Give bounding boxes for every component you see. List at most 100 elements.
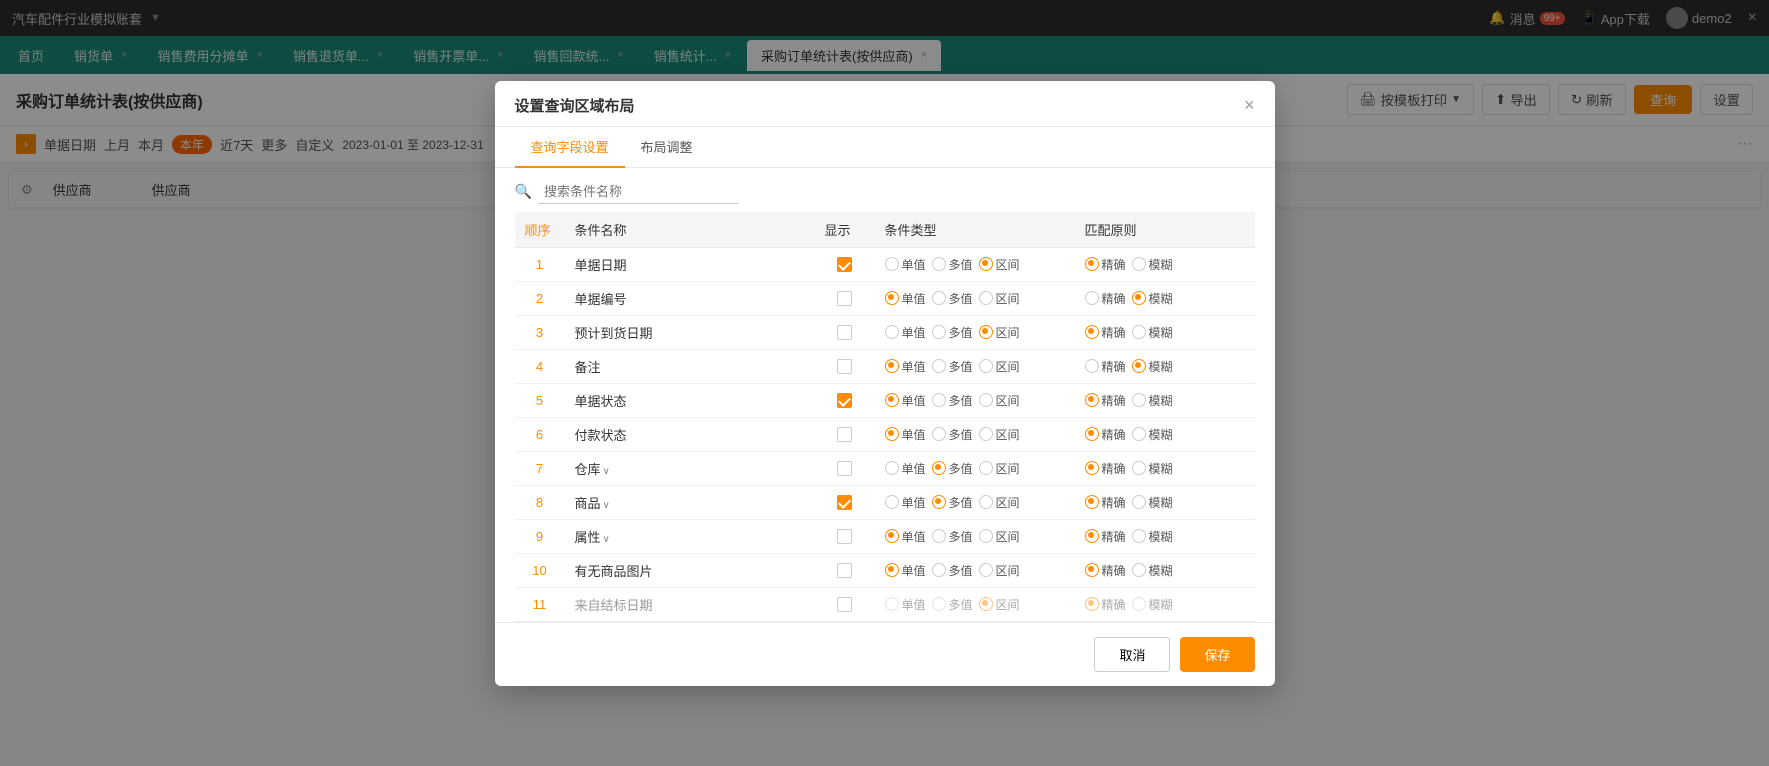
search-input[interactable] <box>538 180 738 204</box>
match-option-模糊[interactable]: 模糊 <box>1132 460 1173 477</box>
match-option-精确[interactable]: 精确 <box>1085 460 1126 477</box>
type-option-区间[interactable]: 区间 <box>979 324 1020 341</box>
radio-label: 模糊 <box>1149 528 1173 545</box>
row-show[interactable] <box>815 247 875 281</box>
match-option-模糊[interactable]: 模糊 <box>1132 528 1173 545</box>
show-checkbox[interactable] <box>837 291 852 306</box>
match-option-精确[interactable]: 精确 <box>1085 562 1126 579</box>
type-option-区间[interactable]: 区间 <box>979 426 1020 443</box>
match-option-模糊[interactable]: 模糊 <box>1132 596 1173 613</box>
radio-label: 模糊 <box>1149 596 1173 613</box>
show-checkbox[interactable] <box>837 495 852 510</box>
match-option-模糊[interactable]: 模糊 <box>1132 256 1173 273</box>
modal-search: 🔍 <box>495 168 1275 212</box>
type-option-区间[interactable]: 区间 <box>979 562 1020 579</box>
type-option-单值[interactable]: 单值 <box>885 562 926 579</box>
type-option-多值[interactable]: 多值 <box>932 392 973 409</box>
table-row: 5单据状态单值多值区间精确模糊 <box>515 383 1255 417</box>
row-show[interactable] <box>815 519 875 553</box>
modal-overlay[interactable]: 设置查询区域布局 × 查询字段设置 布局调整 🔍 顺序 条件名称 <box>0 0 1769 766</box>
type-option-单值[interactable]: 单值 <box>885 392 926 409</box>
match-option-模糊[interactable]: 模糊 <box>1132 562 1173 579</box>
match-option-模糊[interactable]: 模糊 <box>1132 324 1173 341</box>
type-option-区间[interactable]: 区间 <box>979 596 1020 613</box>
match-radio-group: 精确模糊 <box>1085 426 1245 443</box>
show-checkbox[interactable] <box>837 257 852 272</box>
row-show[interactable] <box>815 587 875 621</box>
row-name: 预计到货日期 <box>565 315 815 349</box>
type-option-单值[interactable]: 单值 <box>885 596 926 613</box>
type-option-区间[interactable]: 区间 <box>979 528 1020 545</box>
row-order: 1 <box>515 247 565 281</box>
show-checkbox[interactable] <box>837 359 852 374</box>
type-option-单值[interactable]: 单值 <box>885 426 926 443</box>
match-radio-group: 精确 模糊 <box>1085 596 1245 613</box>
show-checkbox[interactable] <box>837 529 852 544</box>
tab-layout[interactable]: 布局调整 <box>625 127 709 168</box>
match-option-精确[interactable]: 精确 <box>1085 290 1126 307</box>
type-option-单值[interactable]: 单值 <box>885 528 926 545</box>
type-option-区间[interactable]: 区间 <box>979 256 1020 273</box>
show-checkbox[interactable] <box>837 325 852 340</box>
match-option-模糊[interactable]: 模糊 <box>1132 290 1173 307</box>
table-row: 2单据编号单值多值区间精确模糊 <box>515 281 1255 315</box>
match-option-精确[interactable]: 精确 <box>1085 392 1126 409</box>
match-option-精确[interactable]: 精确 <box>1085 494 1126 511</box>
match-option-模糊[interactable]: 模糊 <box>1132 392 1173 409</box>
type-radio-group: 单值多值区间 <box>885 392 1065 409</box>
save-button[interactable]: 保存 <box>1180 637 1254 672</box>
match-option-精确[interactable]: 精确 <box>1085 358 1126 375</box>
show-checkbox[interactable] <box>837 563 852 578</box>
type-option-单值[interactable]: 单值 <box>885 460 926 477</box>
modal-table: 顺序 条件名称 显示 条件类型 匹配原则 1单据日期单值多值区间精确模糊2单据编… <box>515 212 1255 622</box>
type-option-单值[interactable]: 单值 <box>885 324 926 341</box>
match-option-模糊[interactable]: 模糊 <box>1132 358 1173 375</box>
type-option-多值[interactable]: 多值 <box>932 324 973 341</box>
show-checkbox[interactable] <box>837 427 852 442</box>
type-option-区间[interactable]: 区间 <box>979 494 1020 511</box>
row-order: 7 <box>515 451 565 485</box>
tab-query-fields[interactable]: 查询字段设置 <box>515 127 625 168</box>
type-option-多值[interactable]: 多值 <box>932 528 973 545</box>
row-match: 精确模糊 <box>1075 417 1255 451</box>
type-option-单值[interactable]: 单值 <box>885 256 926 273</box>
row-show[interactable] <box>815 315 875 349</box>
type-option-区间[interactable]: 区间 <box>979 290 1020 307</box>
match-option-精确[interactable]: 精确 <box>1085 426 1126 443</box>
match-option-精确[interactable]: 精确 <box>1085 324 1126 341</box>
match-option-精确[interactable]: 精确 <box>1085 256 1126 273</box>
show-checkbox[interactable] <box>837 597 852 612</box>
radio-dot-icon <box>932 393 946 407</box>
type-option-单值[interactable]: 单值 <box>885 358 926 375</box>
row-show[interactable] <box>815 417 875 451</box>
type-option-区间[interactable]: 区间 <box>979 392 1020 409</box>
type-option-单值[interactable]: 单值 <box>885 290 926 307</box>
type-option-多值[interactable]: 多值 <box>932 494 973 511</box>
type-option-单值[interactable]: 单值 <box>885 494 926 511</box>
cancel-button[interactable]: 取消 <box>1094 637 1170 672</box>
row-show[interactable] <box>815 553 875 587</box>
show-checkbox[interactable] <box>837 393 852 408</box>
match-option-精确[interactable]: 精确 <box>1085 596 1126 613</box>
row-show[interactable] <box>815 281 875 315</box>
match-option-模糊[interactable]: 模糊 <box>1132 494 1173 511</box>
type-radio-group: 单值多值 区间 <box>885 358 1065 375</box>
row-show[interactable] <box>815 451 875 485</box>
match-option-精确[interactable]: 精确 <box>1085 528 1126 545</box>
show-checkbox[interactable] <box>837 461 852 476</box>
type-option-多值[interactable]: 多值 <box>932 358 973 375</box>
type-option-区间[interactable]: 区间 <box>979 358 1020 375</box>
radio-label: 区间 <box>996 358 1020 375</box>
type-option-多值[interactable]: 多值 <box>932 426 973 443</box>
row-show[interactable] <box>815 485 875 519</box>
row-show[interactable] <box>815 349 875 383</box>
modal-close-button[interactable]: × <box>1244 96 1255 114</box>
type-option-区间[interactable]: 区间 <box>979 460 1020 477</box>
row-show[interactable] <box>815 383 875 417</box>
type-option-多值[interactable]: 多值 <box>932 460 973 477</box>
type-option-多值[interactable]: 多值 <box>932 596 973 613</box>
type-option-多值[interactable]: 多值 <box>932 256 973 273</box>
match-option-模糊[interactable]: 模糊 <box>1132 426 1173 443</box>
type-option-多值[interactable]: 多值 <box>932 562 973 579</box>
type-option-多值[interactable]: 多值 <box>932 290 973 307</box>
